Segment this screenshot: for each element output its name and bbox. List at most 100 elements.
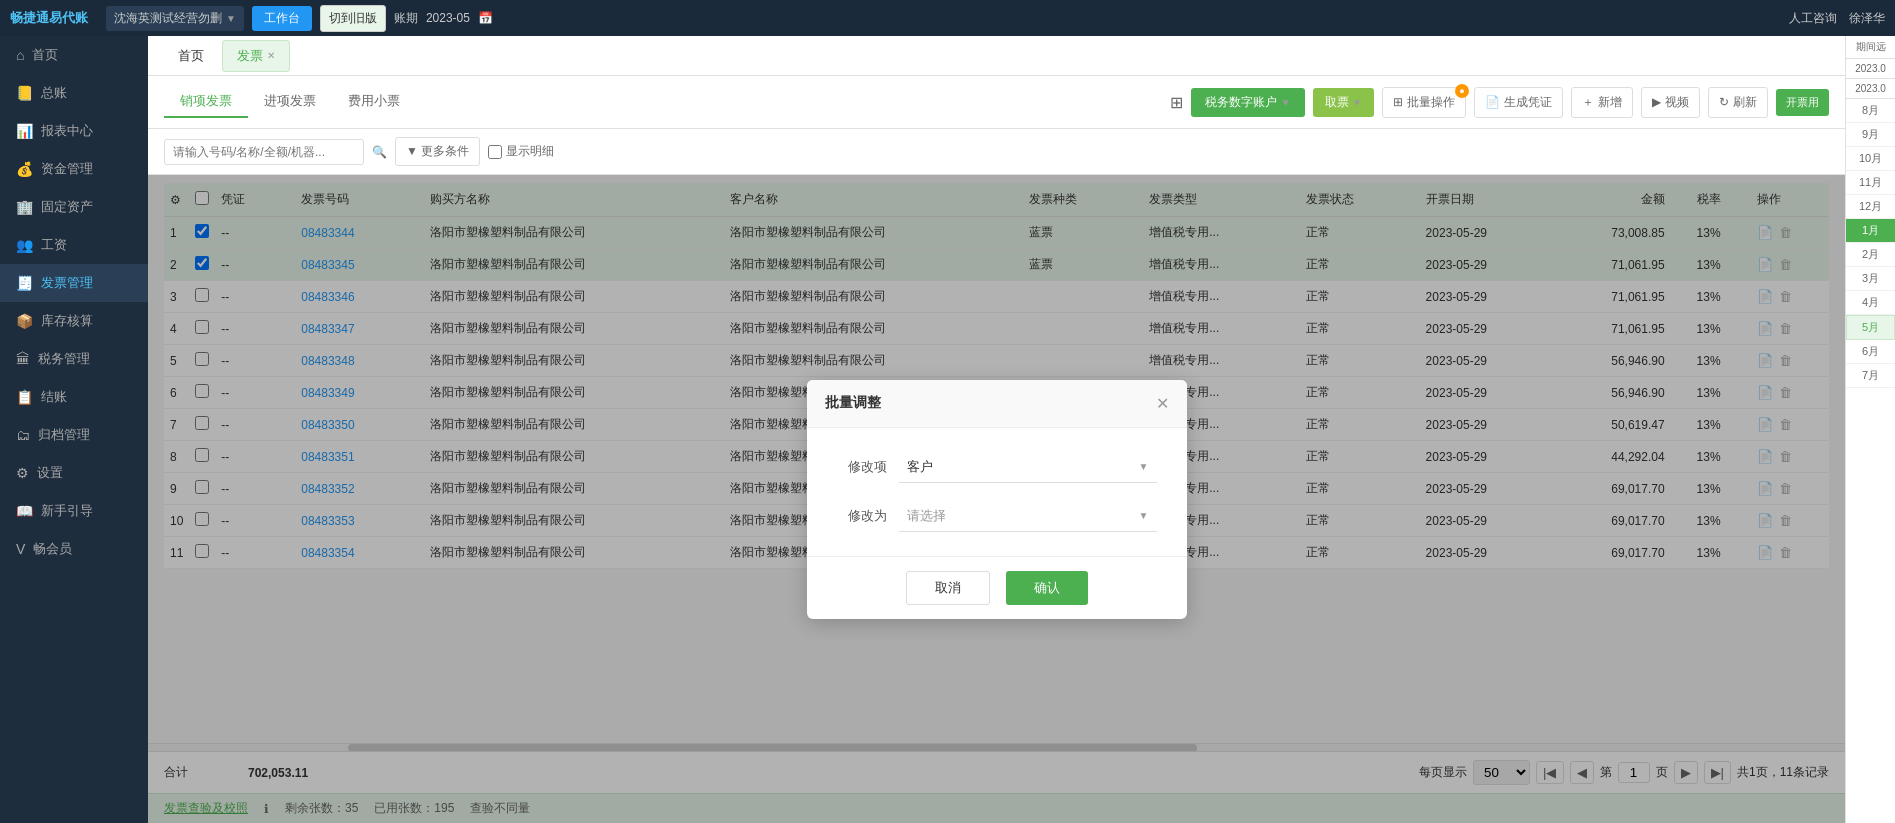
subtab-sales[interactable]: 销项发票 [164,86,248,118]
modify-value-chevron-icon: ▼ [1139,510,1149,521]
timeline-dec[interactable]: 12月 [1846,195,1895,219]
tab-home-label: 首页 [178,47,204,65]
timeline-nov[interactable]: 11月 [1846,171,1895,195]
content-tabs: 首页 发票 ✕ [148,36,1845,76]
open-invoice-label: 开票用 [1786,96,1819,108]
sidebar-item-tax[interactable]: 🏛 税务管理 [0,340,148,378]
modal-footer: 取消 确认 [807,556,1187,619]
workspace-button[interactable]: 工作台 [252,6,312,31]
username-display: 徐泽华 [1849,10,1885,27]
sidebar-label-payroll: 工资 [41,236,67,254]
timeline-panel: 期间远 2023.0 2023.0 8月 9月 10月 11月 12月 1月 2… [1845,36,1895,823]
member-icon: V [16,541,25,557]
show-detail-checkbox[interactable]: 显示明细 [488,143,554,160]
modal-title: 批量调整 [825,394,881,412]
cancel-button[interactable]: 取消 [906,571,990,605]
tax-digital-button[interactable]: 税务数字账户 ▼ [1191,88,1305,117]
modify-field-select[interactable]: 客户 ▼ [899,452,1157,483]
sidebar-item-inventory[interactable]: 📦 库存核算 [0,302,148,340]
sidebar-label-ledger: 总账 [41,84,67,102]
home-icon: ⌂ [16,47,24,63]
fetch-button[interactable]: 取票 ▼ [1313,88,1374,117]
switch-period-button[interactable]: 切到旧版 [320,5,386,32]
batch-badge: ● [1455,84,1469,98]
sidebar-item-ledger[interactable]: 📒 总账 [0,74,148,112]
subtab-expense-label: 费用小票 [348,93,400,108]
ledger-icon: 📒 [16,85,33,101]
video-button[interactable]: ▶ 视频 [1641,87,1700,118]
sidebar-item-home[interactable]: ⌂ 首页 [0,36,148,74]
filter-more-button[interactable]: ▼ 更多条件 [395,137,480,166]
batch-adjust-modal: 批量调整 ✕ 修改项 客户 ▼ [807,380,1187,619]
sidebar-label-settings: 设置 [37,464,63,482]
tab-home[interactable]: 首页 [164,41,218,71]
timeline-apr[interactable]: 4月 [1846,291,1895,315]
subtab-expense[interactable]: 费用小票 [332,86,416,118]
filter-bar: 🔍 ▼ 更多条件 显示明细 [148,129,1845,175]
tab-invoice[interactable]: 发票 ✕ [222,40,290,72]
batch-op-button[interactable]: ⊞ 批量操作 ● [1382,87,1466,118]
sidebar-item-member[interactable]: V 畅会员 [0,530,148,568]
modal-overlay: 批量调整 ✕ 修改项 客户 ▼ [148,175,1845,823]
timeline-oct[interactable]: 10月 [1846,147,1895,171]
calendar-icon: 📅 [478,11,493,25]
timeline-sep[interactable]: 9月 [1846,123,1895,147]
modify-value-select[interactable]: 请选择 ▼ [899,501,1157,532]
inventory-icon: 📦 [16,313,33,329]
sidebar-label-inventory: 库存核算 [41,312,93,330]
timeline-feb[interactable]: 2月 [1846,243,1895,267]
top-right-area: 人工咨询 徐泽华 [1789,10,1885,27]
sidebar-item-reports[interactable]: 📊 报表中心 [0,112,148,150]
assistant-button[interactable]: 人工咨询 [1789,10,1837,27]
content-area: 首页 发票 ✕ 销项发票 进项发票 费用小票 [148,36,1845,823]
sidebar-item-guide[interactable]: 📖 新手引导 [0,492,148,530]
show-detail-input[interactable] [488,145,502,159]
subtab-purchase[interactable]: 进项发票 [248,86,332,118]
confirm-button[interactable]: 确认 [1006,571,1088,605]
sidebar-label-funds: 资金管理 [41,160,93,178]
filter-icon: ▼ [406,144,418,158]
add-icon: ＋ [1582,94,1594,111]
generate-voucher-button[interactable]: 📄 生成凭证 [1474,87,1563,118]
add-new-button[interactable]: ＋ 新增 [1571,87,1633,118]
subtab-sales-label: 销项发票 [180,93,232,108]
search-icon[interactable]: 🔍 [372,145,387,159]
timeline-jan[interactable]: 1月 [1846,219,1895,243]
timeline-jun[interactable]: 6月 [1846,340,1895,364]
timeline-may[interactable]: 5月 [1846,315,1895,340]
sidebar-item-payroll[interactable]: 👥 工资 [0,226,148,264]
guide-icon: 📖 [16,503,33,519]
modify-value-placeholder: 请选择 [907,507,946,525]
tab-invoice-close-icon[interactable]: ✕ [267,50,275,61]
timeline-jul[interactable]: 7月 [1846,364,1895,388]
sidebar-item-archive[interactable]: 🗂 归档管理 [0,416,148,454]
sidebar-item-settings[interactable]: ⚙ 设置 [0,454,148,492]
tax-chevron-icon: ▼ [1281,97,1291,108]
batch-op-label: 批量操作 [1407,94,1455,111]
company-chevron-icon: ▼ [226,13,236,24]
sidebar-label-invoice: 发票管理 [41,274,93,292]
timeline-2023[interactable]: 2023.0 [1846,79,1895,99]
refresh-button[interactable]: ↻ 刷新 [1708,87,1768,118]
timeline-2023-start[interactable]: 2023.0 [1846,59,1895,79]
sidebar-item-invoice[interactable]: 🧾 发票管理 [0,264,148,302]
sidebar-item-funds[interactable]: 💰 资金管理 [0,150,148,188]
timeline-aug[interactable]: 8月 [1846,99,1895,123]
refresh-icon: ↻ [1719,95,1729,109]
sidebar-item-settlement[interactable]: 📋 结账 [0,378,148,416]
modify-field-label: 修改项 [837,458,887,476]
tax-digital-label: 税务数字账户 [1205,94,1277,111]
modal-close-icon[interactable]: ✕ [1156,394,1169,413]
open-invoice-button[interactable]: 开票用 [1776,89,1829,116]
search-input[interactable] [164,139,364,165]
generate-voucher-label: 生成凭证 [1504,94,1552,111]
sidebar-label-tax: 税务管理 [38,350,90,368]
company-selector[interactable]: 沈海英测试经营勿删 ▼ [106,6,244,31]
grid-icon: ⊞ [1170,93,1183,112]
sidebar-label-guide: 新手引导 [41,502,93,520]
sidebar-item-assets[interactable]: 🏢 固定资产 [0,188,148,226]
show-detail-label: 显示明细 [506,143,554,160]
timeline-mar[interactable]: 3月 [1846,267,1895,291]
sidebar-label-assets: 固定资产 [41,198,93,216]
funds-icon: 💰 [16,161,33,177]
